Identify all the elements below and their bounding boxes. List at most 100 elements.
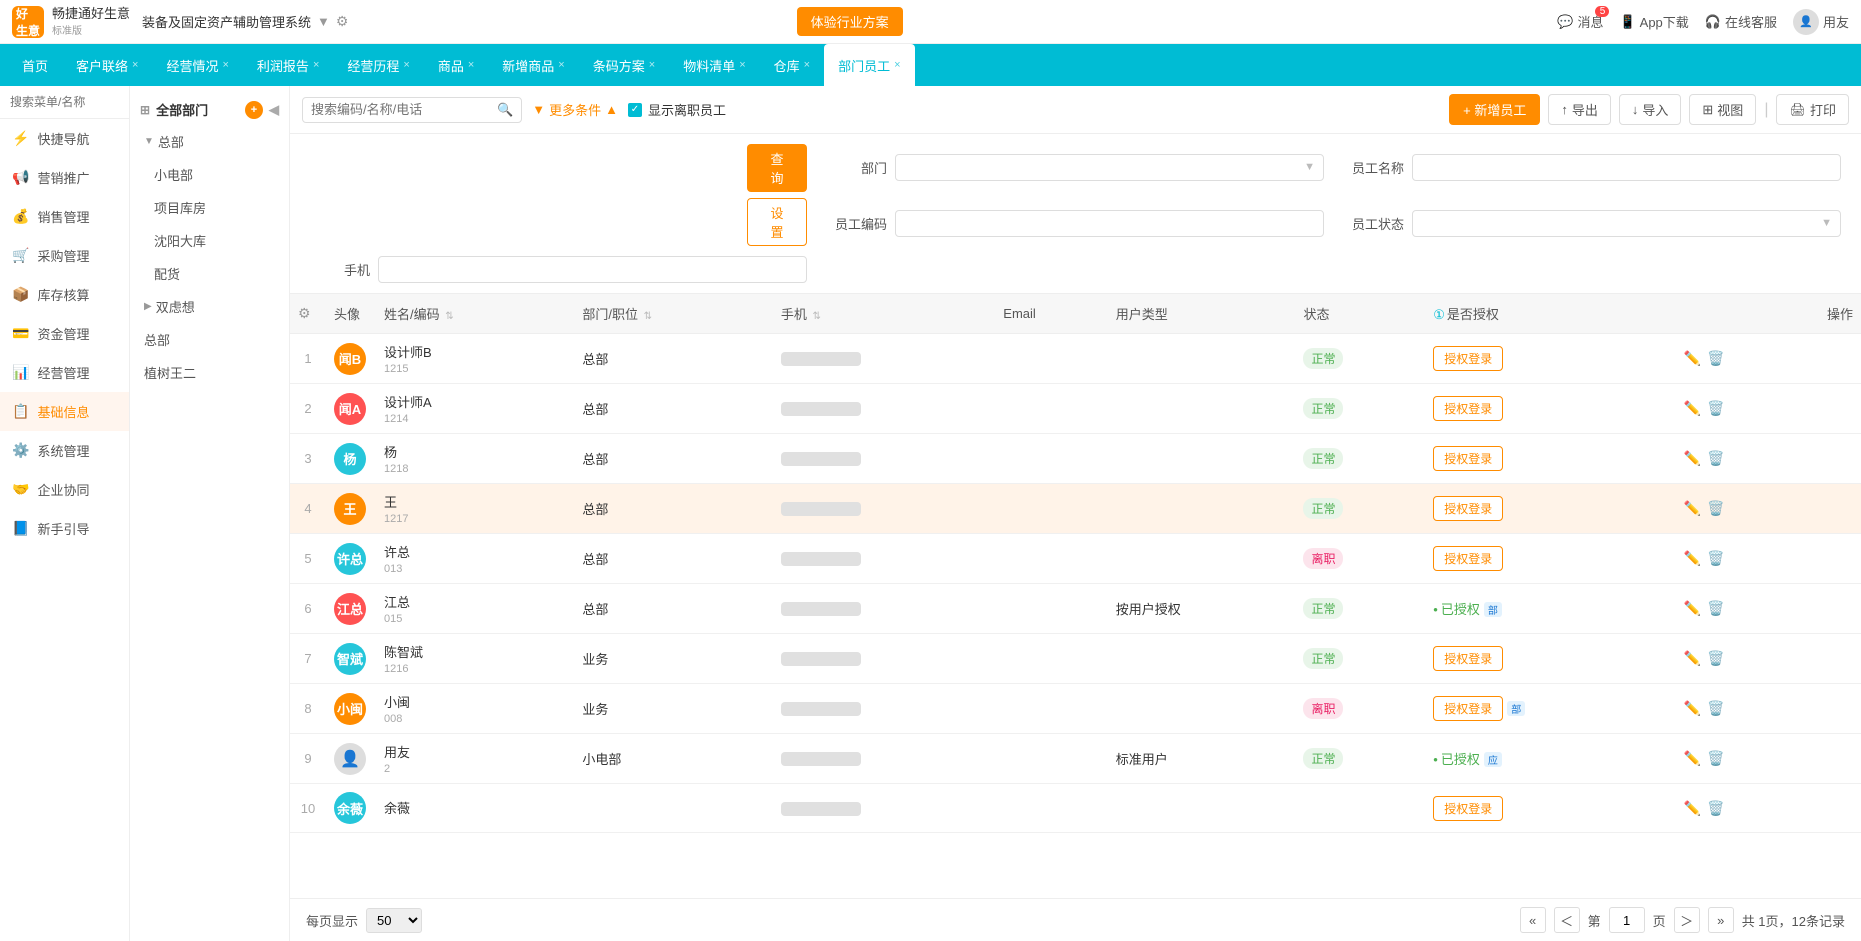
close-icon[interactable]: × xyxy=(649,59,655,71)
edit-button[interactable]: ✏️ xyxy=(1684,700,1701,717)
export-button[interactable]: ↑ 导出 xyxy=(1548,94,1611,125)
empname-input[interactable] xyxy=(1421,160,1832,175)
query-button[interactable]: 查询 xyxy=(747,144,807,192)
next-page-button[interactable]: ＞ xyxy=(1674,907,1700,933)
auth-login-button[interactable]: 授权登录 xyxy=(1433,396,1503,421)
delete-button[interactable]: 🗑️ xyxy=(1707,600,1724,617)
dept-item-shuanglv[interactable]: ▶ 双虑想 xyxy=(130,290,289,323)
close-icon[interactable]: × xyxy=(468,59,474,71)
tab-operation[interactable]: 经营情况 × xyxy=(152,44,242,86)
edit-button[interactable]: ✏️ xyxy=(1684,350,1701,367)
dept-item-zongbu[interactable]: ▼ 总部 xyxy=(130,125,289,158)
dept-item-shenyang[interactable]: 沈阳大库 xyxy=(130,224,289,257)
empname-input-box[interactable] xyxy=(1412,154,1841,181)
empcode-input[interactable] xyxy=(904,216,1315,231)
edit-button[interactable]: ✏️ xyxy=(1684,500,1701,517)
close-icon[interactable]: × xyxy=(894,59,900,71)
edit-button[interactable]: ✏️ xyxy=(1684,550,1701,567)
sidebar-item-basic[interactable]: 📋 基础信息 xyxy=(0,392,129,431)
delete-button[interactable]: 🗑️ xyxy=(1707,800,1724,817)
dept-input[interactable] xyxy=(904,160,1304,175)
add-dept-button[interactable]: + xyxy=(245,101,263,119)
print-button[interactable]: 🖨 打印 xyxy=(1776,94,1849,125)
auth-login-button[interactable]: 授权登录 xyxy=(1433,496,1503,521)
import-button[interactable]: ↓ 导入 xyxy=(1619,94,1682,125)
auth-login-button[interactable]: 授权登录 xyxy=(1433,646,1503,671)
close-icon[interactable]: × xyxy=(558,59,564,71)
delete-button[interactable]: 🗑️ xyxy=(1707,500,1724,517)
sidebar-item-finance[interactable]: 💳 资金管理 xyxy=(0,314,129,353)
page-number-input[interactable] xyxy=(1609,907,1645,933)
dept-item-xiangmu[interactable]: 项目库房 xyxy=(130,191,289,224)
dept-item-xiaodibu[interactable]: 小电部 xyxy=(130,158,289,191)
edit-button[interactable]: ✏️ xyxy=(1684,750,1701,767)
gear-icon[interactable]: ⚙ xyxy=(336,13,349,30)
sidebar-item-quicknav[interactable]: ⚡ 快捷导航 xyxy=(0,119,129,158)
collapse-dept-icon[interactable]: ◀ xyxy=(269,102,279,118)
close-icon[interactable]: × xyxy=(403,59,409,71)
sidebar-item-system[interactable]: ⚙️ 系统管理 xyxy=(0,431,129,470)
sidebar-item-inventory[interactable]: 📦 库存核算 xyxy=(0,275,129,314)
online-service-button[interactable]: 🎧 在线客服 xyxy=(1705,12,1777,31)
edit-button[interactable]: ✏️ xyxy=(1684,400,1701,417)
delete-button[interactable]: 🗑️ xyxy=(1707,750,1724,767)
empcode-input-box[interactable] xyxy=(895,210,1324,237)
edit-button[interactable]: ✏️ xyxy=(1684,650,1701,667)
prev-page-button[interactable]: ＜ xyxy=(1554,907,1580,933)
tab-history[interactable]: 经营历程 × xyxy=(333,44,423,86)
tab-goods[interactable]: 商品 × xyxy=(424,44,488,86)
dept-item-peihuo[interactable]: 配货 xyxy=(130,257,289,290)
dept-select[interactable]: ▼ xyxy=(895,154,1324,181)
edit-button[interactable]: ✏️ xyxy=(1684,450,1701,467)
close-icon[interactable]: × xyxy=(313,59,319,71)
tab-dept-staff[interactable]: 部门员工 × xyxy=(824,44,914,86)
sidebar-item-sales[interactable]: 💰 销售管理 xyxy=(0,197,129,236)
sidebar-item-purchase[interactable]: 🛒 采购管理 xyxy=(0,236,129,275)
status-input[interactable] xyxy=(1421,216,1821,231)
tab-profit[interactable]: 利润报告 × xyxy=(243,44,333,86)
dropdown-arrow-icon[interactable]: ▼ xyxy=(317,14,330,29)
sidebar-item-collab[interactable]: 🤝 企业协同 xyxy=(0,470,129,509)
tab-warehouse[interactable]: 仓库 × xyxy=(760,44,824,86)
tab-barcode[interactable]: 条码方案 × xyxy=(579,44,669,86)
user-menu-button[interactable]: 👤 用友 xyxy=(1793,9,1849,35)
close-icon[interactable]: × xyxy=(739,59,745,71)
auth-login-button[interactable]: 授权登录 xyxy=(1433,346,1503,371)
delete-button[interactable]: 🗑️ xyxy=(1707,450,1724,467)
first-page-button[interactable]: « xyxy=(1520,907,1546,933)
tab-home[interactable]: 首页 xyxy=(8,44,62,86)
trial-button[interactable]: 体验行业方案 xyxy=(797,7,903,36)
dept-item-zongbu2[interactable]: 总部 xyxy=(130,323,289,356)
close-icon[interactable]: × xyxy=(804,59,810,71)
sidebar-item-marketing[interactable]: 📢 营销推广 xyxy=(0,158,129,197)
delete-button[interactable]: 🗑️ xyxy=(1707,550,1724,567)
tab-add-goods[interactable]: 新增商品 × xyxy=(488,44,578,86)
auth-login-button[interactable]: 授权登录 xyxy=(1433,796,1503,821)
tab-bom[interactable]: 物料清单 × xyxy=(669,44,759,86)
delete-button[interactable]: 🗑️ xyxy=(1707,400,1724,417)
sidebar-item-guide[interactable]: 📘 新手引导 xyxy=(0,509,129,548)
show-resigned-checkbox[interactable]: ✓ 显示离职员工 xyxy=(628,100,726,119)
close-icon[interactable]: × xyxy=(132,59,138,71)
status-select[interactable]: ▼ xyxy=(1412,210,1841,237)
last-page-button[interactable]: » xyxy=(1708,907,1734,933)
search-input[interactable] xyxy=(311,102,491,117)
delete-button[interactable]: 🗑️ xyxy=(1707,700,1724,717)
table-settings-icon[interactable]: ⚙ xyxy=(298,305,311,321)
close-icon[interactable]: × xyxy=(222,59,228,71)
phone-input-box[interactable] xyxy=(378,256,807,283)
more-filters-button[interactable]: ▼ 更多条件 ▲ xyxy=(532,100,618,119)
notification-button[interactable]: 💬 消息 5 xyxy=(1557,12,1603,31)
reset-button[interactable]: 设置 xyxy=(747,198,807,246)
per-page-select[interactable]: 50 20 100 xyxy=(366,908,422,933)
auth-login-button[interactable]: 授权登录 xyxy=(1433,546,1503,571)
add-employee-button[interactable]: + 新增员工 xyxy=(1449,94,1540,125)
view-button[interactable]: ⊞ 视图 xyxy=(1689,94,1756,125)
auth-login-button[interactable]: 授权登录 xyxy=(1433,446,1503,471)
dept-item-zhishu[interactable]: 植树王二 xyxy=(130,356,289,389)
auth-login-button[interactable]: 授权登录 xyxy=(1433,696,1503,721)
edit-button[interactable]: ✏️ xyxy=(1684,800,1701,817)
delete-button[interactable]: 🗑️ xyxy=(1707,350,1724,367)
tab-customer[interactable]: 客户联络 × xyxy=(62,44,152,86)
delete-button[interactable]: 🗑️ xyxy=(1707,650,1724,667)
